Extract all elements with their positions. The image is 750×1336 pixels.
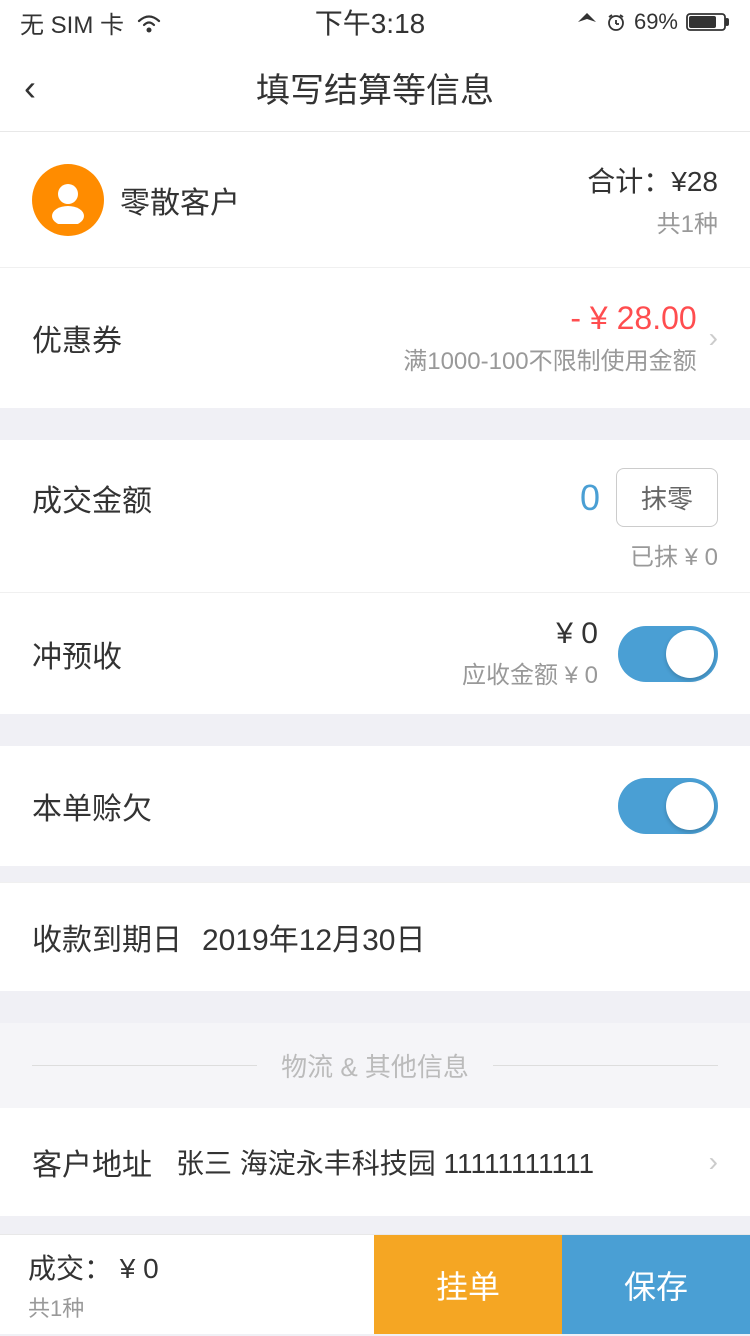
address-value: 张三 海淀永丰科技园 11111111111	[176, 1142, 697, 1182]
section-divider-2	[0, 730, 750, 746]
coupon-right: - ¥ 28.00 满1000-100不限制使用金额 ›	[403, 300, 718, 376]
logistics-line-left	[32, 1065, 257, 1066]
prepaid-right: ¥ 0 应收金额 ¥ 0	[462, 617, 718, 690]
customer-name: 零散客户	[120, 178, 240, 222]
address-label: 客户地址	[32, 1140, 152, 1184]
section-divider-1	[0, 424, 750, 440]
transaction-value: 0	[580, 477, 600, 519]
due-date-label: 收款到期日	[32, 915, 182, 959]
transaction-section: 成交金额 0 抹零 已抹 ¥ 0 冲预收 ¥ 0 应收金额 ¥ 0	[0, 440, 750, 714]
debt-toggle[interactable]	[618, 778, 718, 834]
battery-icon	[686, 11, 730, 33]
user-icon	[44, 176, 92, 224]
debt-section: 本单赊欠	[0, 746, 750, 866]
coupon-desc: 满1000-100不限制使用金额	[403, 341, 696, 376]
address-chevron-icon: ›	[709, 1146, 718, 1178]
prepaid-toggle[interactable]	[618, 626, 718, 682]
total-amount: 合计：¥28	[587, 160, 718, 200]
chevron-right-icon: ›	[709, 322, 718, 354]
status-time: 下午3:18	[315, 2, 426, 42]
hold-button[interactable]: 挂单	[374, 1235, 562, 1334]
already-rounded: 已抹 ¥ 0	[0, 537, 750, 592]
coupon-label: 优惠券	[32, 316, 122, 360]
status-left: 无 SIM 卡	[20, 5, 164, 40]
bottom-bar: 成交： ¥ 0 共1种 挂单 保存	[0, 1234, 750, 1334]
customer-info: 零散客户	[32, 164, 240, 236]
section-divider-3	[0, 1007, 750, 1023]
avatar	[32, 164, 104, 236]
debt-toggle-thumb	[666, 782, 714, 830]
back-button[interactable]: ‹	[24, 67, 36, 109]
bottom-summary-bottom: 共1种	[28, 1291, 346, 1323]
address-section[interactable]: 客户地址 张三 海淀永丰科技园 11111111111 ›	[0, 1108, 750, 1216]
logistics-label: 物流 & 其他信息	[257, 1047, 493, 1084]
debt-label: 本单赊欠	[32, 784, 152, 828]
logistics-section: 物流 & 其他信息	[0, 1023, 750, 1108]
prepaid-amounts: ¥ 0 应收金额 ¥ 0	[462, 617, 598, 690]
due-date-row: 收款到期日 2019年12月30日	[32, 915, 718, 959]
coupon-amounts: - ¥ 28.00 满1000-100不限制使用金额	[403, 300, 696, 376]
battery-label: 69%	[634, 9, 678, 35]
due-date-value: 2019年12月30日	[202, 915, 425, 959]
prepaid-row: 冲预收 ¥ 0 应收金额 ¥ 0	[0, 592, 750, 714]
coupon-amount: - ¥ 28.00	[403, 300, 696, 337]
alarm-icon	[606, 12, 626, 32]
due-date-section: 收款到期日 2019年12月30日	[0, 882, 750, 991]
round-button[interactable]: 抹零	[616, 468, 718, 527]
status-right: 69%	[576, 9, 730, 35]
transaction-row: 成交金额 0 抹零	[0, 440, 750, 537]
customer-section: 零散客户 合计：¥28 共1种 优惠券 - ¥ 28.00 满1000-100不…	[0, 132, 750, 408]
page-title: 填写结算等信息	[256, 63, 494, 112]
prepaid-amount-main: ¥ 0	[462, 617, 598, 651]
prepaid-label: 冲预收	[32, 632, 122, 676]
bottom-summary-top: 成交： ¥ 0	[28, 1247, 346, 1287]
status-bar: 无 SIM 卡 下午3:18 69%	[0, 0, 750, 44]
wifi-icon	[134, 11, 164, 33]
customer-totals: 合计：¥28 共1种	[587, 160, 718, 239]
transaction-label: 成交金额	[32, 476, 152, 520]
coupon-row[interactable]: 优惠券 - ¥ 28.00 满1000-100不限制使用金额 ›	[0, 267, 750, 408]
bottom-summary: 成交： ¥ 0 共1种	[0, 1235, 374, 1334]
transaction-right: 0 抹零	[580, 468, 718, 527]
save-button[interactable]: 保存	[562, 1235, 750, 1334]
nav-bar: ‹ 填写结算等信息	[0, 44, 750, 132]
customer-row: 零散客户 合计：¥28 共1种	[0, 132, 750, 267]
sim-label: 无 SIM 卡	[20, 5, 124, 40]
toggle-thumb	[666, 630, 714, 678]
logistics-line-right	[493, 1065, 718, 1066]
location-icon	[576, 11, 598, 33]
prepaid-amount-sub: 应收金额 ¥ 0	[462, 655, 598, 690]
total-count: 共1种	[587, 204, 718, 239]
